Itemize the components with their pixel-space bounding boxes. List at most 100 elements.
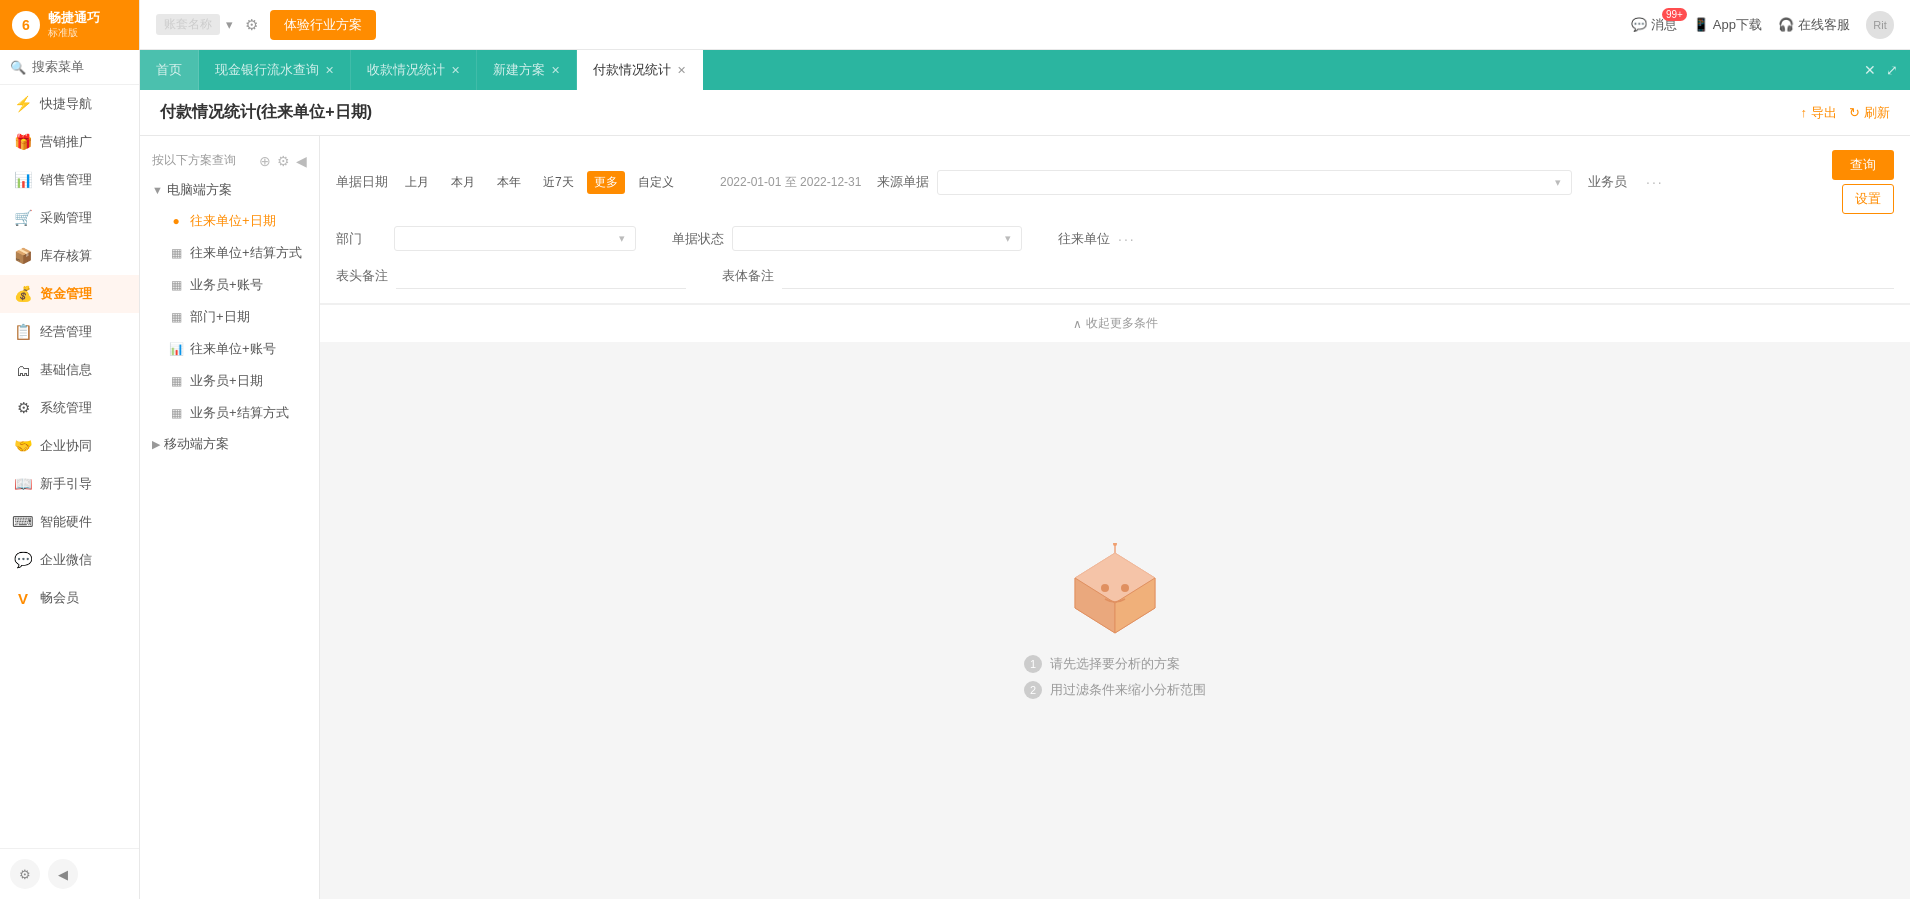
salesman-dots[interactable]: ··· bbox=[1646, 174, 1664, 190]
empty-illustration bbox=[1055, 543, 1175, 643]
table-head-note-input[interactable] bbox=[396, 263, 686, 289]
sidebar-item-smart-hw[interactable]: ⌨ 智能硬件 bbox=[0, 503, 139, 541]
scheme-group-mobile: ▶ 移动端方案 bbox=[140, 429, 319, 459]
messages-icon: 💬 bbox=[1631, 17, 1647, 32]
scheme-active-icon: ● bbox=[168, 213, 184, 229]
scheme-item-salesman-date[interactable]: ▦ 业务员+日期 bbox=[140, 365, 319, 397]
tab-home[interactable]: 首页 bbox=[140, 50, 199, 90]
tab-payment-stat-close[interactable]: ✕ bbox=[677, 65, 686, 76]
tab-bank-flow-close[interactable]: ✕ bbox=[325, 65, 334, 76]
scheme-item-dept-date[interactable]: ▦ 部门+日期 bbox=[140, 301, 319, 333]
scheme-item-counterpart-account[interactable]: 📊 往来单位+账号 bbox=[140, 333, 319, 365]
filter-table-head-note-item: 表头备注 bbox=[336, 263, 686, 289]
scheme-item-salesman-account[interactable]: ▦ 业务员+账号 bbox=[140, 269, 319, 301]
scheme-item-counterpart-date[interactable]: ● 往来单位+日期 bbox=[140, 205, 319, 237]
pc-group-arrow-icon: ▼ bbox=[152, 184, 163, 196]
tab-receipts-stat-close[interactable]: ✕ bbox=[451, 65, 460, 76]
empty-tip-2: 2 用过滤条件来缩小分析范围 bbox=[1024, 681, 1206, 699]
topbar-right: 💬 消息 99+ 📱 App下载 🎧 在线客服 Rit bbox=[1631, 11, 1894, 39]
scheme-group-pc-header[interactable]: ▼ 电脑端方案 bbox=[140, 175, 319, 205]
mobile-group-arrow-icon: ▶ bbox=[152, 438, 160, 451]
table-body-note-input[interactable] bbox=[782, 263, 1894, 289]
sidebar-item-enterprise[interactable]: 🤝 企业协同 bbox=[0, 427, 139, 465]
add-scheme-btn[interactable]: ⊕ bbox=[259, 153, 271, 169]
online-service-btn[interactable]: 🎧 在线客服 bbox=[1778, 16, 1850, 34]
scheme-panel-header: 按以下方案查询 ⊕ ⚙ ◀ bbox=[140, 146, 319, 175]
scheme-item-salesman-settlement[interactable]: ▦ 业务员+结算方式 bbox=[140, 397, 319, 429]
app-download-btn[interactable]: 📱 App下载 bbox=[1693, 16, 1762, 34]
collapse-filter-btn[interactable]: ∧ 收起更多条件 bbox=[320, 304, 1910, 342]
enterprise-icon: 🤝 bbox=[14, 437, 32, 455]
operations-icon: 📋 bbox=[14, 323, 32, 341]
sidebar-item-wechat[interactable]: 💬 企业微信 bbox=[0, 541, 139, 579]
refresh-icon: ↻ bbox=[1849, 105, 1860, 120]
smart-hw-icon: ⌨ bbox=[14, 513, 32, 531]
source-doc-select[interactable]: ▾ bbox=[937, 170, 1572, 195]
page: 付款情况统计(往来单位+日期) ↑ 导出 ↻ 刷新 按以下方案查询 ⊕ bbox=[140, 90, 1910, 899]
svg-point-5 bbox=[1121, 584, 1129, 592]
tab-new-scheme-close[interactable]: ✕ bbox=[551, 65, 560, 76]
tab-new-scheme[interactable]: 新建方案 ✕ bbox=[477, 50, 577, 90]
collapse-scheme-btn[interactable]: ◀ bbox=[296, 153, 307, 169]
sidebar-item-finance[interactable]: 💰 资金管理 bbox=[0, 275, 139, 313]
scheme-settings-btn[interactable]: ⚙ bbox=[277, 153, 290, 169]
system-icon: ⚙ bbox=[14, 399, 32, 417]
sidebar-item-marketing[interactable]: 🎁 营销推广 bbox=[0, 123, 139, 161]
scheme-panel-actions: ⊕ ⚙ ◀ bbox=[259, 153, 307, 169]
counterpart-dots[interactable]: ··· bbox=[1118, 231, 1136, 247]
trial-btn[interactable]: 体验行业方案 bbox=[270, 10, 376, 40]
messages-btn[interactable]: 💬 消息 99+ bbox=[1631, 16, 1677, 34]
tabbar: 首页 现金银行流水查询 ✕ 收款情况统计 ✕ 新建方案 ✕ 付款情况统计 ✕ ✕… bbox=[140, 50, 1910, 90]
sidebar-item-inventory[interactable]: 📦 库存核算 bbox=[0, 237, 139, 275]
date-btn-custom[interactable]: 自定义 bbox=[629, 170, 683, 195]
guide-icon: 📖 bbox=[14, 475, 32, 493]
fullscreen-btn[interactable]: ⤢ bbox=[1886, 62, 1898, 78]
query-btn[interactable]: 查询 bbox=[1832, 150, 1894, 180]
filter-rows: 单据日期 上月 本月 本年 近7天 更多 自定义 2022-01-0 bbox=[320, 136, 1910, 304]
account-selector[interactable]: 账套名称 ▾ bbox=[156, 14, 233, 35]
basic-info-icon: 🗂 bbox=[14, 361, 32, 379]
tab-receipts-stat[interactable]: 收款情况统计 ✕ bbox=[351, 50, 477, 90]
tab-bank-flow[interactable]: 现金银行流水查询 ✕ bbox=[199, 50, 351, 90]
date-btns: 上月 本月 本年 近7天 更多 自定义 bbox=[396, 170, 683, 195]
settings-icon[interactable]: ⚙ bbox=[245, 16, 258, 34]
filter-salesman-item: 业务员 ··· bbox=[1588, 173, 1808, 191]
headset-icon: 🎧 bbox=[1778, 17, 1794, 32]
purchase-icon: 🛒 bbox=[14, 209, 32, 227]
dept-arrow-icon: ▾ bbox=[619, 232, 625, 245]
doc-status-select[interactable]: ▾ bbox=[732, 226, 1022, 251]
scheme-table-icon-2: ▦ bbox=[168, 277, 184, 293]
sidebar-item-basic-info[interactable]: 🗂 基础信息 bbox=[0, 351, 139, 389]
dept-select[interactable]: ▾ bbox=[394, 226, 636, 251]
date-btn-this-year[interactable]: 本年 bbox=[488, 170, 530, 195]
export-btn[interactable]: ↑ 导出 bbox=[1801, 104, 1838, 122]
sidebar-item-member[interactable]: V 畅会员 bbox=[0, 579, 139, 617]
sidebar-item-system[interactable]: ⚙ 系统管理 bbox=[0, 389, 139, 427]
table-body-note-label: 表体备注 bbox=[722, 267, 774, 285]
settings-footer-btn[interactable]: ⚙ bbox=[10, 859, 40, 889]
date-btn-this-month[interactable]: 本月 bbox=[442, 170, 484, 195]
date-btn-last-7days[interactable]: 近7天 bbox=[534, 170, 583, 195]
sidebar-item-sales[interactable]: 📊 销售管理 bbox=[0, 161, 139, 199]
date-btn-more[interactable]: 更多 bbox=[587, 171, 625, 194]
refresh-btn[interactable]: ↻ 刷新 bbox=[1849, 104, 1890, 122]
user-avatar[interactable]: Rit bbox=[1866, 11, 1894, 39]
sidebar-item-operations[interactable]: 📋 经营管理 bbox=[0, 313, 139, 351]
scheme-item-counterpart-settlement[interactable]: ▦ 往来单位+结算方式 bbox=[140, 237, 319, 269]
account-name: 账套名称 bbox=[156, 14, 220, 35]
date-btn-last-month[interactable]: 上月 bbox=[396, 170, 438, 195]
scheme-group-mobile-header[interactable]: ▶ 移动端方案 bbox=[140, 429, 319, 459]
sidebar-item-purchase[interactable]: 🛒 采购管理 bbox=[0, 199, 139, 237]
sidebar-item-quick-nav[interactable]: ⚡ 快捷导航 bbox=[0, 85, 139, 123]
scheme-table-icon-1: ▦ bbox=[168, 245, 184, 261]
close-all-tabs-btn[interactable]: ✕ bbox=[1864, 62, 1876, 78]
sidebar-item-guide[interactable]: 📖 新手引导 bbox=[0, 465, 139, 503]
logo-icon: 6 bbox=[12, 11, 40, 39]
search-menu-item[interactable]: 🔍 搜索菜单 bbox=[0, 50, 139, 85]
tip-num-1: 1 bbox=[1024, 655, 1042, 673]
setting-btn[interactable]: 设置 bbox=[1842, 184, 1894, 214]
collapse-sidebar-btn[interactable]: ◀ bbox=[48, 859, 78, 889]
tab-payment-stat[interactable]: 付款情况统计 ✕ bbox=[577, 50, 703, 90]
account-dropdown-icon[interactable]: ▾ bbox=[226, 17, 233, 32]
quick-nav-icon: ⚡ bbox=[14, 95, 32, 113]
